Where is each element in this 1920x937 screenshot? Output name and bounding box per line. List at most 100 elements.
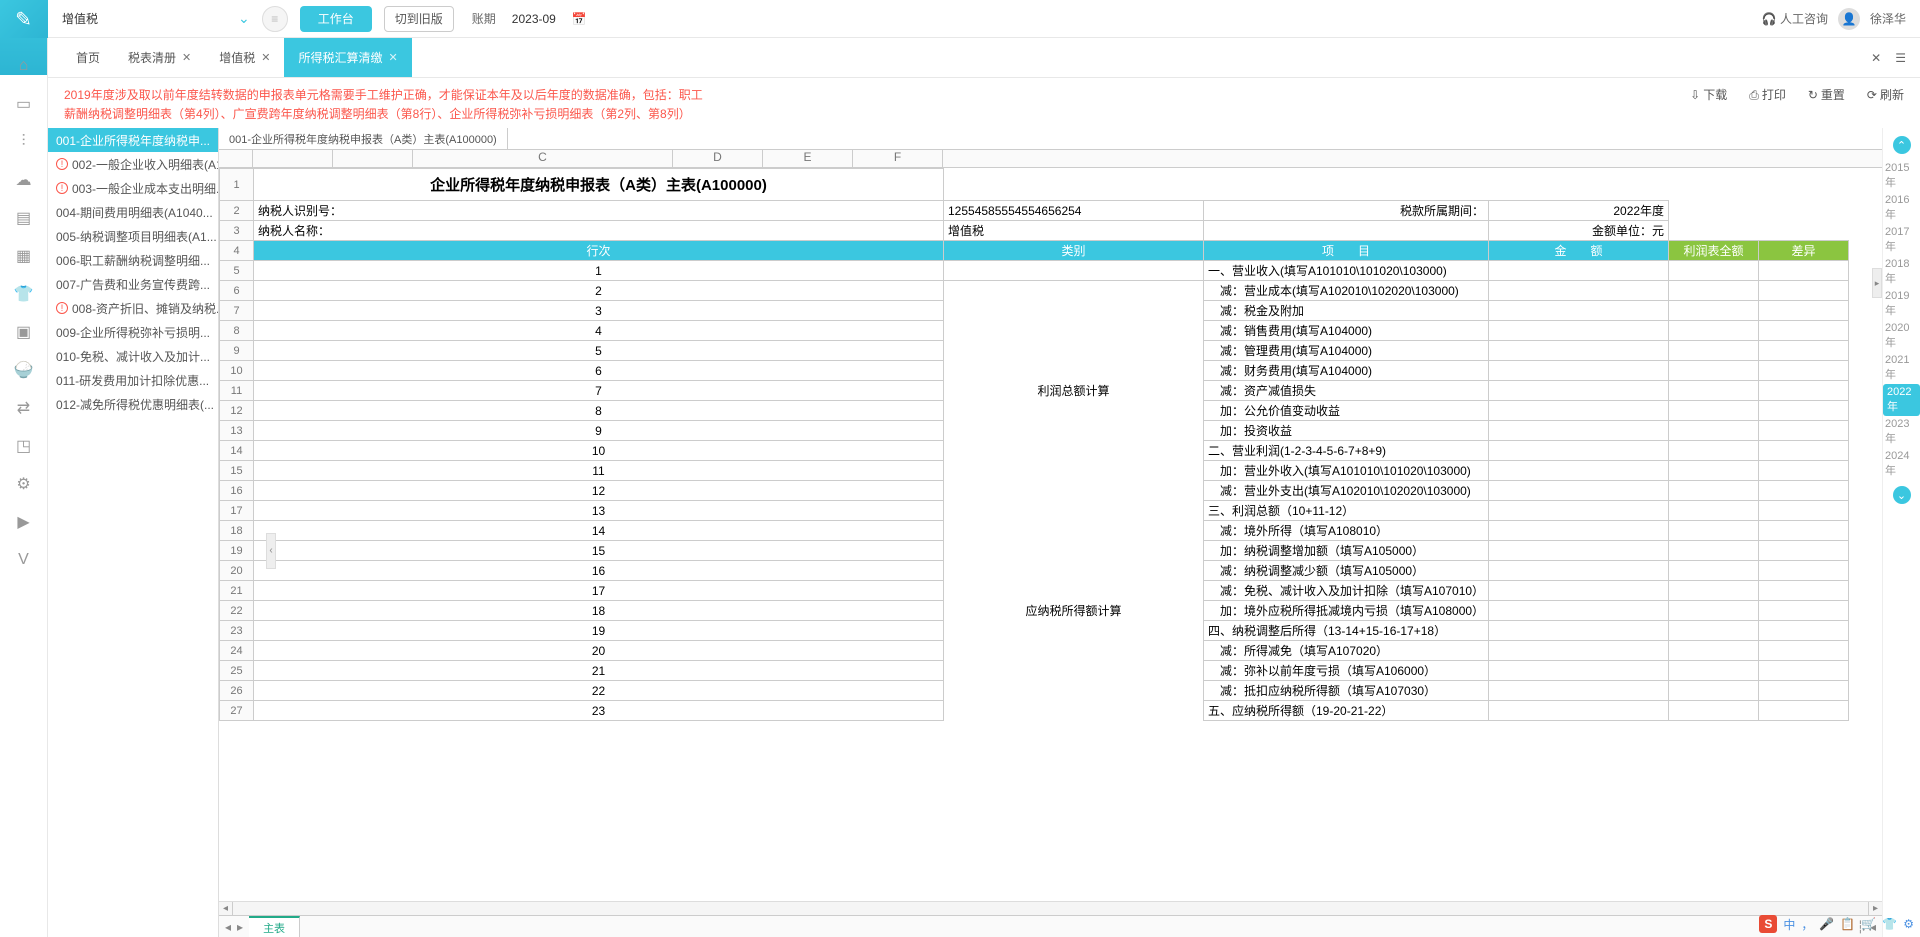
- cell-amount[interactable]: [1489, 641, 1669, 661]
- tab-home[interactable]: 首页: [62, 38, 114, 77]
- tree-item[interactable]: !008-资产折旧、摊销及纳税...: [48, 296, 218, 320]
- cell-amount[interactable]: [1489, 441, 1669, 461]
- cell-diff[interactable]: [1759, 381, 1849, 401]
- rail-bowl-icon[interactable]: 🍚: [14, 360, 34, 380]
- cell-diff[interactable]: [1759, 321, 1849, 341]
- cell-amount[interactable]: [1489, 621, 1669, 641]
- cell-profit[interactable]: [1669, 541, 1759, 561]
- consult-link[interactable]: 🎧 人工咨询: [1762, 10, 1828, 27]
- collapse-tree-handle[interactable]: ‹: [266, 533, 276, 569]
- tree-item[interactable]: !002-一般企业收入明细表(A1...: [48, 152, 218, 176]
- cell-profit[interactable]: [1669, 261, 1759, 281]
- cell-profit[interactable]: [1669, 321, 1759, 341]
- rail-card-icon[interactable]: ◳: [14, 436, 34, 456]
- cell-profit[interactable]: [1669, 581, 1759, 601]
- cell-amount[interactable]: [1489, 321, 1669, 341]
- year-chip[interactable]: 2016年: [1883, 192, 1920, 224]
- cell-profit[interactable]: [1669, 381, 1759, 401]
- calendar-icon[interactable]: 📅: [572, 12, 587, 26]
- cell-diff[interactable]: [1759, 601, 1849, 621]
- sheet-nav[interactable]: ◂▸: [219, 920, 249, 934]
- year-chip[interactable]: 2023年: [1883, 416, 1920, 448]
- footer-sheet-tab[interactable]: 主表: [249, 916, 300, 937]
- switch-old-button[interactable]: 切到旧版: [384, 6, 454, 32]
- reset-button[interactable]: ↻ 重置: [1808, 86, 1845, 105]
- cell-amount[interactable]: [1489, 541, 1669, 561]
- cell-diff[interactable]: [1759, 541, 1849, 561]
- cell-profit[interactable]: [1669, 441, 1759, 461]
- tree-item[interactable]: 011-研发费用加计扣除优惠...: [48, 368, 218, 392]
- rail-v-icon[interactable]: V: [14, 550, 34, 570]
- cell-diff[interactable]: [1759, 461, 1849, 481]
- cell-profit[interactable]: [1669, 401, 1759, 421]
- cell-amount[interactable]: [1489, 601, 1669, 621]
- cell-amount[interactable]: [1489, 341, 1669, 361]
- cell-profit[interactable]: [1669, 661, 1759, 681]
- cell-diff[interactable]: [1759, 441, 1849, 461]
- rail-calc-icon[interactable]: ▦: [14, 246, 34, 266]
- cell-diff[interactable]: [1759, 681, 1849, 701]
- avatar[interactable]: 👤: [1838, 8, 1860, 30]
- cell-diff[interactable]: [1759, 301, 1849, 321]
- tree-item[interactable]: 005-纳税调整项目明细表(A1...: [48, 224, 218, 248]
- tree-item[interactable]: 012-减免所得税优惠明细表(...: [48, 392, 218, 416]
- refresh-button[interactable]: ⟳ 刷新: [1867, 86, 1904, 105]
- close-all-icon[interactable]: ✕: [1871, 51, 1881, 65]
- tree-item[interactable]: 010-免税、减计收入及加计...: [48, 344, 218, 368]
- cell-diff[interactable]: [1759, 341, 1849, 361]
- year-chip[interactable]: 2022年: [1883, 384, 1920, 416]
- year-chip[interactable]: 2019年: [1883, 288, 1920, 320]
- tree-item[interactable]: 004-期间费用明细表(A1040...: [48, 200, 218, 224]
- cell-profit[interactable]: [1669, 601, 1759, 621]
- rail-transfer-icon[interactable]: ⇄: [14, 398, 34, 418]
- cell-amount[interactable]: [1489, 301, 1669, 321]
- history-button[interactable]: ≡: [262, 6, 288, 32]
- cell-diff[interactable]: [1759, 401, 1849, 421]
- tab-tax-list[interactable]: 税表清册✕: [114, 38, 205, 77]
- cell-amount[interactable]: [1489, 521, 1669, 541]
- cell-amount[interactable]: [1489, 681, 1669, 701]
- cell-diff[interactable]: [1759, 361, 1849, 381]
- cell-diff[interactable]: [1759, 521, 1849, 541]
- cell-amount[interactable]: [1489, 361, 1669, 381]
- cell-amount[interactable]: [1489, 661, 1669, 681]
- rail-clip-icon[interactable]: ▤: [14, 208, 34, 228]
- cell-amount[interactable]: [1489, 481, 1669, 501]
- cell-amount[interactable]: [1489, 281, 1669, 301]
- rail-bag-icon[interactable]: ☁: [14, 170, 34, 190]
- rail-shirt-icon[interactable]: 👕: [14, 284, 34, 304]
- cell-profit[interactable]: [1669, 641, 1759, 661]
- tree-item[interactable]: !003-一般企业成本支出明细...: [48, 176, 218, 200]
- cell-profit[interactable]: [1669, 461, 1759, 481]
- year-up-icon[interactable]: ⌃: [1893, 136, 1911, 154]
- company-selector[interactable]: 增值税 ⌄: [62, 10, 250, 27]
- period-value[interactable]: 2023-09: [512, 12, 556, 26]
- cell-amount[interactable]: [1489, 701, 1669, 721]
- year-chip[interactable]: 2018年: [1883, 256, 1920, 288]
- rail-doc-icon[interactable]: ▭: [14, 94, 34, 114]
- cell-profit[interactable]: [1669, 301, 1759, 321]
- cell-amount[interactable]: [1489, 461, 1669, 481]
- cell-diff[interactable]: [1759, 481, 1849, 501]
- cell-diff[interactable]: [1759, 281, 1849, 301]
- tree-item[interactable]: 007-广告费和业务宣传费跨...: [48, 272, 218, 296]
- cell-profit[interactable]: [1669, 561, 1759, 581]
- user-name[interactable]: 徐泽华: [1870, 10, 1906, 27]
- year-chip[interactable]: 2020年: [1883, 320, 1920, 352]
- cell-profit[interactable]: [1669, 281, 1759, 301]
- cell-amount[interactable]: [1489, 581, 1669, 601]
- cell-amount[interactable]: [1489, 561, 1669, 581]
- cell-diff[interactable]: [1759, 641, 1849, 661]
- cell-profit[interactable]: [1669, 361, 1759, 381]
- rail-grid-icon[interactable]: ▣: [14, 322, 34, 342]
- right-panel-handle[interactable]: ▸: [1872, 268, 1882, 298]
- tab-income-tax[interactable]: 所得税汇算清缴✕: [284, 38, 411, 77]
- cell-amount[interactable]: [1489, 381, 1669, 401]
- tabs-menu-icon[interactable]: ☰: [1895, 51, 1906, 65]
- rail-chart-icon[interactable]: ⫶: [14, 132, 34, 152]
- close-icon[interactable]: ✕: [389, 51, 398, 64]
- cell-profit[interactable]: [1669, 341, 1759, 361]
- tree-item[interactable]: 009-企业所得税弥补亏损明...: [48, 320, 218, 344]
- sheet-tab[interactable]: 001-企业所得税年度纳税申报表（A类）主表(A100000): [219, 128, 508, 149]
- rail-video-icon[interactable]: ▶: [14, 512, 34, 532]
